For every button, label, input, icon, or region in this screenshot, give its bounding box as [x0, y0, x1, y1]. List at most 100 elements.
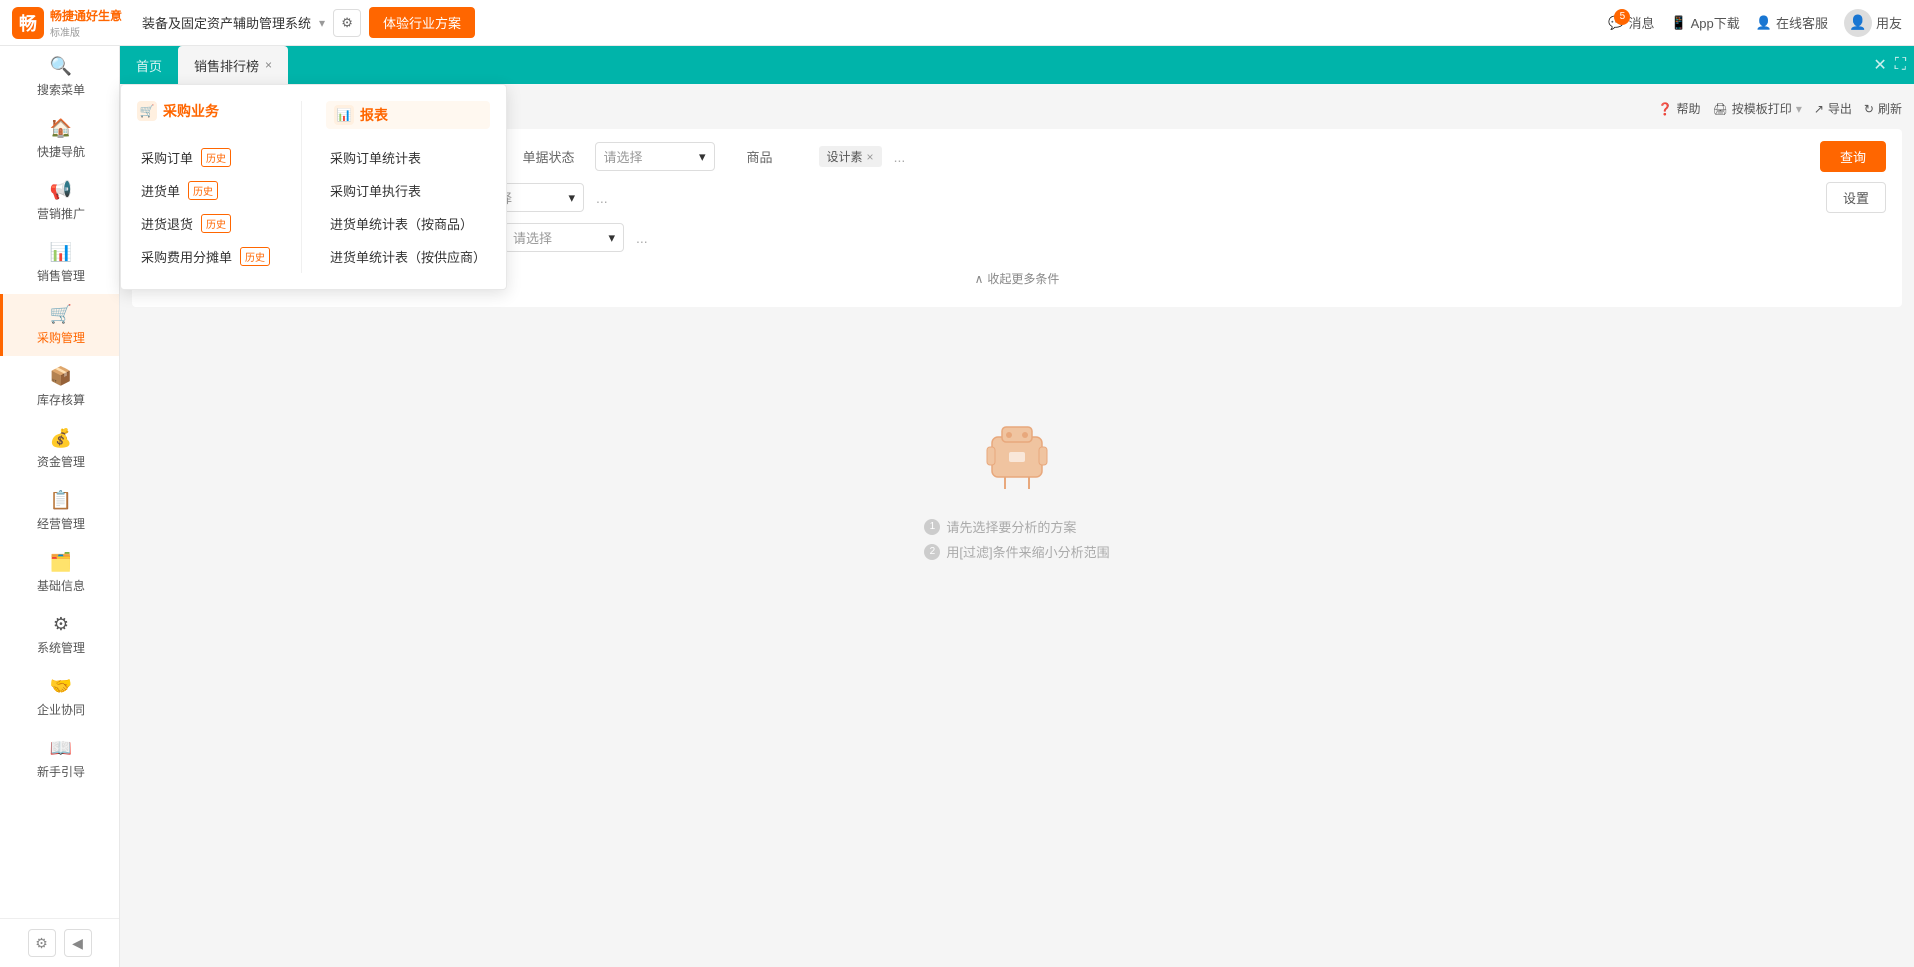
- sidebar-item-inventory[interactable]: 📦 库存核算: [0, 356, 119, 418]
- marketing-icon: 📢: [50, 180, 72, 201]
- sidebar-item-label: 新手引导: [37, 763, 85, 780]
- sidebar-item-label: 快捷导航: [37, 143, 85, 160]
- sidebar-bottom: ⚙ ◀: [0, 918, 119, 967]
- export-icon: ↗: [1814, 102, 1824, 116]
- purchase-dropdown-menu: 🛒 采购业务 采购订单 历史 进货单 历史 进货退货 历史 采购费用分摊单 历史…: [120, 84, 507, 290]
- message-badge: 5: [1614, 9, 1630, 25]
- home-icon: 🏠: [50, 118, 72, 139]
- history-badge-3: 历史: [201, 214, 231, 233]
- sidebar-item-label: 基础信息: [37, 577, 85, 594]
- dropdown-item-purchase-order[interactable]: 采购订单 历史: [137, 141, 277, 174]
- dropdown-item-order-exec[interactable]: 采购订单执行表: [326, 174, 490, 207]
- sidebar-item-label: 系统管理: [37, 639, 85, 656]
- header-center: 装备及固定资产辅助管理系统 ▾ ⚙ 体验行业方案: [132, 7, 1608, 38]
- sidebar-item-basics[interactable]: 🗂️ 基础信息: [0, 542, 119, 604]
- goods-tag-remove[interactable]: ×: [867, 150, 874, 164]
- sidebar-item-label: 企业协同: [37, 701, 85, 718]
- dropdown-item-order-stats[interactable]: 采购订单统计表: [326, 141, 490, 174]
- reports-col: 📊 报表 采购订单统计表 采购订单执行表 进货单统计表（按商品） 进货单统计表（…: [326, 101, 490, 273]
- user-btn[interactable]: 👤 用友: [1844, 9, 1902, 37]
- history-badge-2: 历史: [188, 181, 218, 200]
- query-btn[interactable]: 查询: [1820, 141, 1886, 172]
- search-icon: 🔍: [50, 56, 72, 77]
- industry-btn[interactable]: 体验行业方案: [369, 7, 475, 38]
- logo-area: 畅 畅捷通好生意 标准版: [12, 7, 132, 39]
- gear-icon: ⚙: [341, 15, 353, 31]
- purchase-icon: 🛒: [50, 304, 72, 325]
- sidebar-item-label: 搜索菜单: [37, 81, 85, 98]
- app-download-btn[interactable]: 📱 App下载: [1670, 13, 1739, 32]
- enterprise-icon: 🤝: [50, 676, 72, 697]
- sidebar-item-label: 资金管理: [37, 453, 85, 470]
- sidebar-item-finance[interactable]: 💰 资金管理: [0, 418, 119, 480]
- logo-icon: 畅: [12, 7, 44, 39]
- inventory-icon: 📦: [50, 366, 72, 387]
- purchase-col: 🛒 采购业务 采购订单 历史 进货单 历史 进货退货 历史 采购费用分摊单 历史: [137, 101, 277, 273]
- dropdown-item-receipt-by-goods[interactable]: 进货单统计表（按商品）: [326, 207, 490, 240]
- avatar: 👤: [1844, 9, 1872, 37]
- history-badge-1: 历史: [201, 148, 231, 167]
- goods-ellipsis[interactable]: ...: [894, 149, 906, 165]
- purchase-col-title: 🛒 采购业务: [137, 101, 277, 129]
- top-header: 畅 畅捷通好生意 标准版 装备及固定资产辅助管理系统 ▾ ⚙ 体验行业方案 💬 …: [0, 0, 1914, 46]
- sidebar-collapse-btn[interactable]: ◀: [64, 929, 92, 957]
- voucher-status-select[interactable]: 请选择 ▾: [595, 142, 715, 171]
- tab-bar-maximize-icon[interactable]: ⛶: [1895, 56, 1906, 74]
- tab-close-icon[interactable]: ×: [265, 58, 272, 72]
- guide-icon: 📖: [50, 738, 72, 759]
- help-icon: ❓: [1658, 102, 1673, 116]
- setting-btn[interactable]: 设置: [1826, 182, 1886, 213]
- sidebar-item-label: 采购管理: [37, 329, 85, 346]
- print-icon: 🖨: [1713, 102, 1728, 116]
- operations-icon: 📋: [50, 490, 72, 511]
- sidebar-item-label: 销售管理: [37, 267, 85, 284]
- print-btn[interactable]: 🖨 按模板打印 ▾: [1713, 100, 1802, 117]
- sidebar-item-guide[interactable]: 📖 新手引导: [0, 728, 119, 790]
- sidebar-item-purchase[interactable]: 🛒 采购管理: [0, 294, 119, 356]
- dropdown-item-purchase-expense[interactable]: 采购费用分摊单 历史: [137, 240, 277, 273]
- collapse-up-icon: ∧: [975, 272, 984, 286]
- message-btn[interactable]: 💬 5 消息: [1608, 13, 1654, 32]
- refresh-btn[interactable]: ↻ 刷新: [1864, 100, 1902, 117]
- tab-sales-ranking[interactable]: 销售排行榜 ×: [178, 46, 288, 84]
- tab-bar-right: ✕ ⛶: [1873, 55, 1914, 75]
- voucher-status-label: 单据状态: [523, 147, 583, 166]
- sidebar-item-operations[interactable]: 📋 经营管理: [0, 480, 119, 542]
- system-dropdown-btn[interactable]: ▾: [319, 16, 325, 30]
- sidebar-item-system[interactable]: ⚙ 系统管理: [0, 604, 119, 666]
- header-settings-btn[interactable]: ⚙: [333, 9, 361, 37]
- sidebar-item-enterprise[interactable]: 🤝 企业协同: [0, 666, 119, 728]
- sidebar: 🔍 搜索菜单 🏠 快捷导航 📢 营销推广 📊 销售管理 🛒 采购管理 📦 库存核…: [0, 46, 120, 967]
- sidebar-settings-btn[interactable]: ⚙: [28, 929, 56, 957]
- tab-bar-close-icon[interactable]: ✕: [1873, 55, 1886, 75]
- phone-icon: 📱: [1670, 15, 1686, 31]
- sidebar-item-label: 营销推广: [37, 205, 85, 222]
- system-title: 装备及固定资产辅助管理系统: [142, 13, 311, 32]
- help-btn[interactable]: ❓ 帮助: [1658, 100, 1701, 117]
- print-dropdown-icon[interactable]: ▾: [1796, 102, 1802, 116]
- dropdown-divider: [301, 101, 302, 273]
- dropdown-item-goods-receipt[interactable]: 进货单 历史: [137, 174, 277, 207]
- tab-bar: 首页 销售排行榜 × ✕ ⛶: [120, 46, 1914, 84]
- dropdown-item-receipt-by-supplier[interactable]: 进货单统计表（按供应商）: [326, 240, 490, 273]
- dropdown-item-goods-return[interactable]: 进货退货 历史: [137, 207, 277, 240]
- tab-home[interactable]: 首页: [120, 46, 178, 84]
- customer-ellipsis[interactable]: ...: [636, 230, 648, 246]
- sales-icon: 📊: [50, 242, 72, 263]
- sidebar-item-quick-nav[interactable]: 🏠 快捷导航: [0, 108, 119, 170]
- empty-icon: [967, 397, 1067, 497]
- online-service-btn[interactable]: 👤 在线客服: [1756, 13, 1828, 32]
- sidebar-item-marketing[interactable]: 📢 营销推广: [0, 170, 119, 232]
- system-icon: ⚙: [53, 614, 69, 635]
- sidebar-item-sales[interactable]: 📊 销售管理: [0, 232, 119, 294]
- refresh-icon: ↻: [1864, 102, 1874, 116]
- goods-filter-tag: 设计素 ×: [819, 146, 882, 167]
- service-icon: 👤: [1756, 15, 1772, 31]
- finance-icon: 💰: [50, 428, 72, 449]
- export-btn[interactable]: ↗ 导出: [1814, 100, 1852, 117]
- sidebar-item-search[interactable]: 🔍 搜索菜单: [0, 46, 119, 108]
- goods-label: 商品: [747, 147, 807, 166]
- salesperson-ellipsis[interactable]: ...: [596, 190, 608, 206]
- customer-select[interactable]: 请选择 ▾: [504, 223, 624, 252]
- empty-state: 1 请先选择要分析的方案 2 用[过滤]条件来缩小分析范围: [132, 317, 1902, 641]
